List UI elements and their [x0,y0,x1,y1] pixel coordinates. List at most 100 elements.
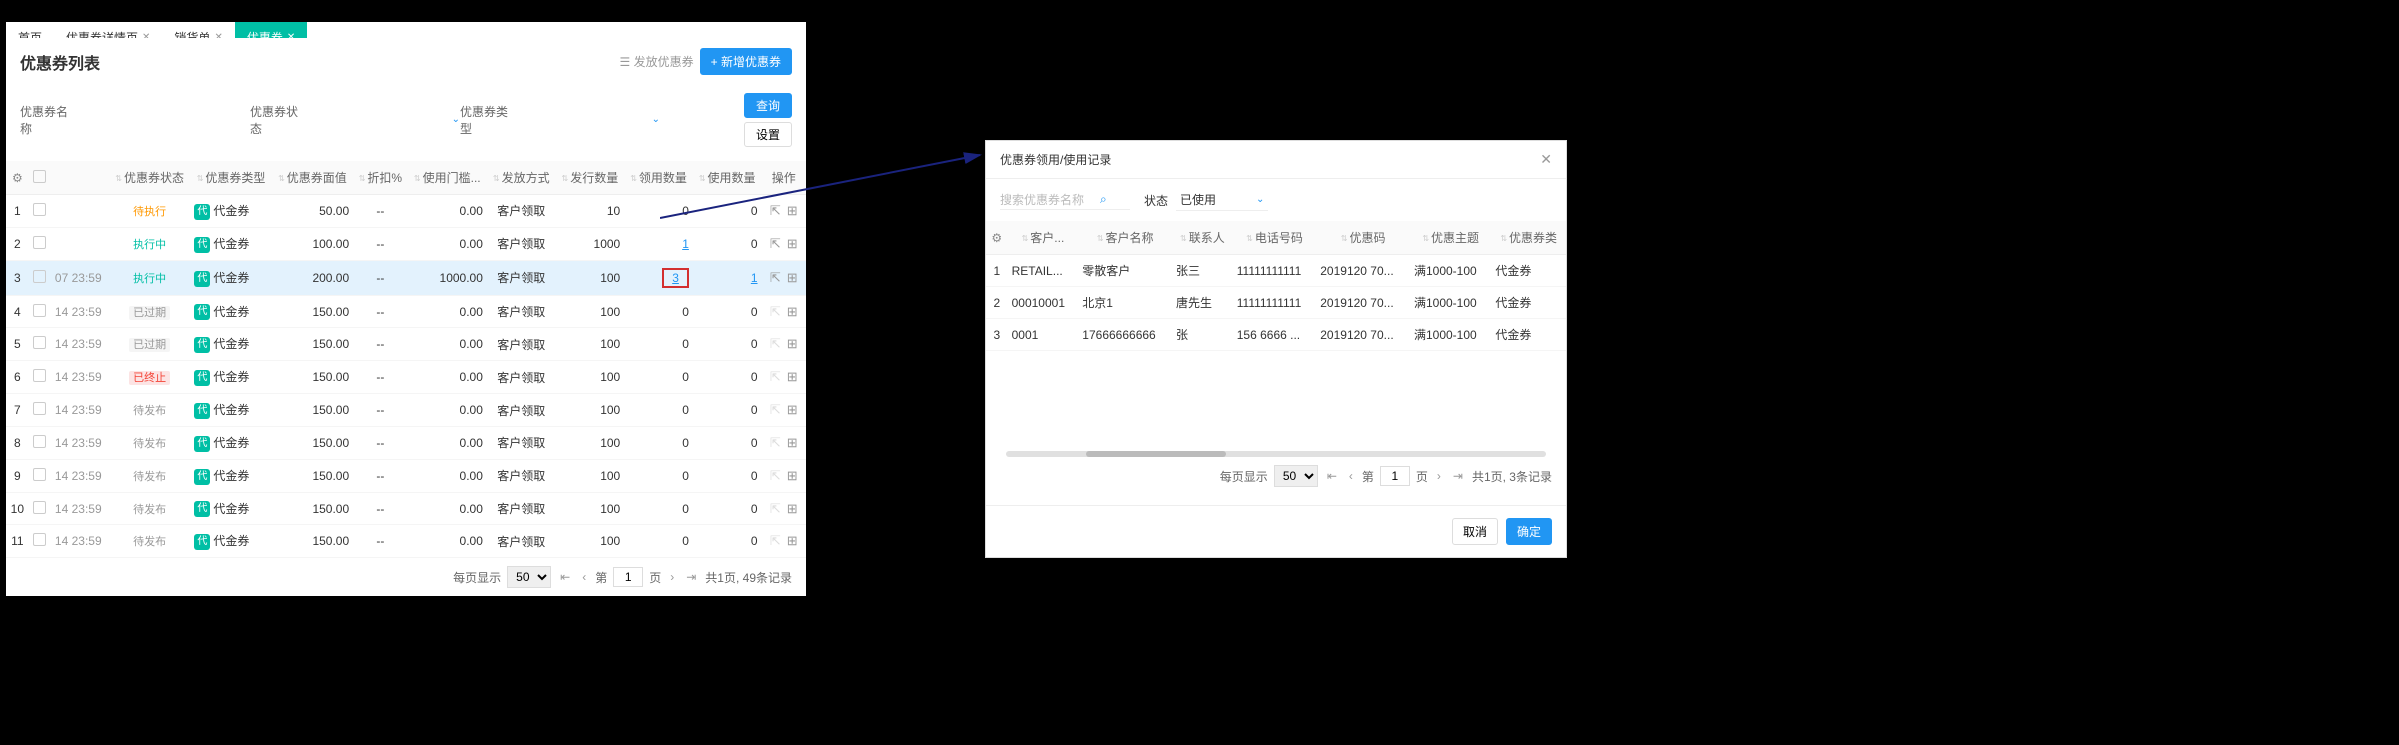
qrcode-icon[interactable]: ⊞ [787,435,798,450]
share-icon[interactable]: ⇱ [770,203,781,218]
column-header[interactable]: ⇅优惠码 [1316,221,1410,255]
page-next-icon[interactable]: › [1434,469,1444,483]
qrcode-icon[interactable]: ⊞ [787,369,798,384]
close-icon[interactable]: ✕ [1540,151,1552,168]
column-header[interactable]: ⇅优惠券状态 [109,161,190,195]
status-badge: 待发布 [129,535,170,549]
qrcode-icon[interactable]: ⊞ [787,203,798,218]
row-checkbox[interactable] [33,203,46,216]
table-row[interactable]: 3000117666666666张156 6666 ...2019120 70.… [986,319,1566,351]
column-header[interactable] [51,161,109,195]
column-header[interactable]: 操作 [762,161,806,195]
share-icon: ⇱ [770,435,781,450]
row-checkbox[interactable] [33,435,46,448]
voucher-type-icon: 代 [194,271,210,287]
qrcode-icon[interactable]: ⊞ [787,533,798,548]
share-icon[interactable]: ⇱ [770,270,781,285]
table-row[interactable]: 614 23:59已终止代代金券150.00--0.00客户领取10000⇱⊞ [6,361,806,394]
column-header[interactable]: ⇅联系人 [1172,221,1233,255]
column-header[interactable]: ⇅优惠券类 [1491,221,1566,255]
gear-icon[interactable]: ⚙ [991,231,1002,245]
column-header[interactable]: ⚙ [986,221,1008,255]
status-filter-select[interactable]: 已使用 ⌄ [1176,189,1268,211]
table-row[interactable]: 1014 23:59待发布代代金券150.00--0.00客户领取10000⇱⊞ [6,492,806,525]
table-row[interactable]: 414 23:59已过期代代金券150.00--0.00客户领取10000⇱⊞ [6,295,806,328]
qrcode-icon[interactable]: ⊞ [787,402,798,417]
table-row[interactable]: 1114 23:59待发布代代金券150.00--0.00客户领取10000⇱⊞ [6,525,806,558]
row-checkbox[interactable] [33,468,46,481]
row-checkbox[interactable] [33,236,46,249]
qrcode-icon[interactable]: ⊞ [787,270,798,285]
column-header[interactable]: ⇅优惠券面值 [272,161,353,195]
share-icon: ⇱ [770,533,781,548]
table-row[interactable]: 714 23:59待发布代代金券150.00--0.00客户领取10000⇱⊞ [6,394,806,427]
table-row[interactable]: 1RETAIL...零散客户张三111111111112019120 70...… [986,255,1566,287]
column-header[interactable]: ⇅优惠主题 [1410,221,1491,255]
confirm-button[interactable]: 确定 [1506,518,1552,545]
filter-name-input[interactable] [79,110,250,131]
row-checkbox[interactable] [33,270,46,283]
row-checkbox[interactable] [33,501,46,514]
qrcode-icon[interactable]: ⊞ [787,304,798,319]
row-checkbox[interactable] [33,336,46,349]
column-header[interactable]: ⇅发放方式 [487,161,556,195]
table-row[interactable]: 814 23:59待发布代代金券150.00--0.00客户领取10000⇱⊞ [6,426,806,459]
page-size-select[interactable]: 50 [507,566,551,588]
qrcode-icon[interactable]: ⊞ [787,468,798,483]
select-all-checkbox[interactable] [33,170,46,183]
gear-icon[interactable]: ⚙ [12,171,23,185]
add-coupon-button[interactable]: + 新增优惠券 [700,48,792,75]
table-row[interactable]: 2执行中代代金券100.00--0.00客户领取100010⇱⊞ [6,227,806,260]
table-row[interactable]: 514 23:59已过期代代金券150.00--0.00客户领取10000⇱⊞ [6,328,806,361]
column-header[interactable]: ⇅优惠券类型 [190,161,271,195]
page-last-icon[interactable]: ⇥ [683,570,699,584]
search-input[interactable] [1000,193,1100,207]
table-row[interactable]: 1待执行代代金券50.00--0.00客户领取1000⇱⊞ [6,195,806,228]
distribute-coupon-button[interactable]: ☰ 发放优惠券 [620,53,694,70]
row-checkbox[interactable] [33,369,46,382]
search-icon[interactable]: ⌕ [1100,192,1107,207]
column-header[interactable] [29,161,51,195]
filter-type-select[interactable]: ⌄ [520,111,660,129]
column-header[interactable]: ⇅客户... [1008,221,1079,255]
claim-count-link[interactable]: 3 [672,271,679,285]
status-badge: 已过期 [129,306,170,320]
settings-button[interactable]: 设置 [744,122,792,147]
row-checkbox[interactable] [33,304,46,317]
column-header[interactable]: ⇅使用门槛... [408,161,487,195]
qrcode-icon[interactable]: ⊞ [787,236,798,251]
pagination-left: 每页显示 50 ⇤ ‹ 第 页 › ⇥ 共1页, 49条记录 [6,558,806,596]
share-icon[interactable]: ⇱ [770,236,781,251]
column-header[interactable]: ⇅发行数量 [556,161,625,195]
page-prev-icon[interactable]: ‹ [1346,469,1356,483]
table-row[interactable]: 914 23:59待发布代代金券150.00--0.00客户领取10000⇱⊞ [6,459,806,492]
use-count-link[interactable]: 1 [751,271,758,285]
column-header[interactable]: ⚙ [6,161,29,195]
qrcode-icon[interactable]: ⊞ [787,336,798,351]
query-button[interactable]: 查询 [744,93,792,118]
page-prev-icon[interactable]: ‹ [579,570,589,584]
page-last-icon[interactable]: ⇥ [1450,469,1466,483]
table-row[interactable]: 200010001北京1唐先生111111111112019120 70...满… [986,287,1566,319]
row-checkbox[interactable] [33,402,46,415]
page-number-input[interactable] [613,567,643,587]
table-row[interactable]: 307 23:59执行中代代金券200.00--1000.00客户领取10031… [6,260,806,295]
qrcode-icon[interactable]: ⊞ [787,501,798,516]
pagination-right: 每页显示 50 ⇤ ‹ 第 页 › ⇥ 共1页, 3条记录 [986,457,1566,495]
column-header[interactable]: ⇅电话号码 [1233,221,1317,255]
page-number-input[interactable] [1380,466,1410,486]
row-checkbox[interactable] [33,533,46,546]
filter-status-select[interactable]: ⌄ [313,111,460,129]
cancel-button[interactable]: 取消 [1452,518,1498,545]
column-header[interactable]: ⇅客户名称 [1078,221,1172,255]
page-first-icon[interactable]: ⇤ [1324,469,1340,483]
status-badge: 待发布 [129,503,170,517]
horizontal-scrollbar[interactable] [1006,451,1546,457]
claim-count-link[interactable]: 1 [682,237,689,251]
page-size-select[interactable]: 50 [1274,465,1318,487]
page-first-icon[interactable]: ⇤ [557,570,573,584]
column-header[interactable]: ⇅使用数量 [693,161,762,195]
column-header[interactable]: ⇅领用数量 [624,161,693,195]
column-header[interactable]: ⇅折扣% [353,161,408,195]
page-next-icon[interactable]: › [667,570,677,584]
